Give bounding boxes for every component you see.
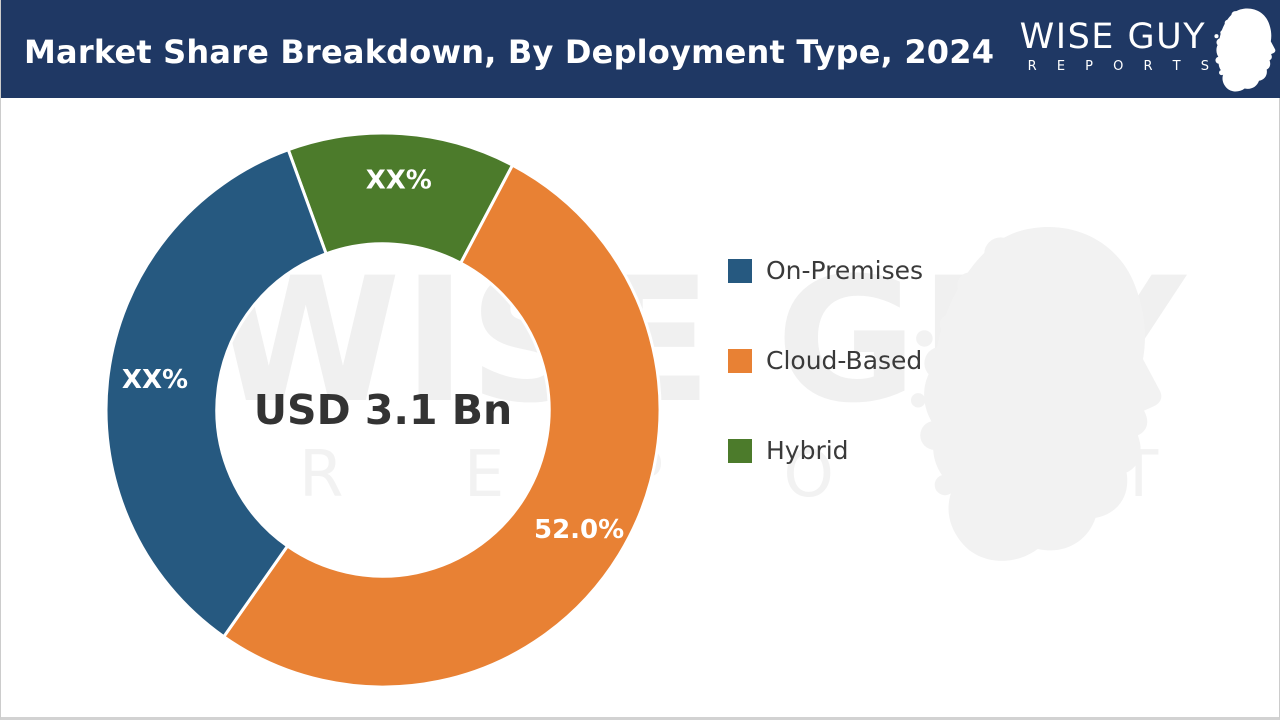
legend-label: Cloud-Based — [766, 346, 923, 375]
legend-label: Hybrid — [766, 436, 849, 465]
slice-label-hybrid: XX% — [366, 166, 432, 196]
donut-chart: XX% 52.0% XX% USD 3.1 Bn — [104, 131, 662, 689]
legend-item-on-premises: On-Premises — [728, 256, 924, 285]
legend-swatch-hybrid — [728, 439, 752, 463]
slice-label-on-premises: XX% — [122, 365, 188, 395]
donut-center-label: USD 3.1 Bn — [254, 386, 512, 434]
chart-legend: On-Premises Cloud-Based Hybrid — [728, 256, 924, 465]
legend-item-cloud-based: Cloud-Based — [728, 346, 923, 375]
legend-swatch-cloud-based — [728, 349, 752, 373]
legend-item-hybrid: Hybrid — [728, 436, 923, 465]
legend-swatch-on-premises — [728, 259, 752, 283]
report-page: WISE GUY R E P O R T S XX% 52.0% XX% USD 3… — [0, 0, 1280, 720]
legend-label: On-Premises — [766, 256, 924, 285]
slice-label-cloud-based: 52.0% — [534, 515, 624, 545]
